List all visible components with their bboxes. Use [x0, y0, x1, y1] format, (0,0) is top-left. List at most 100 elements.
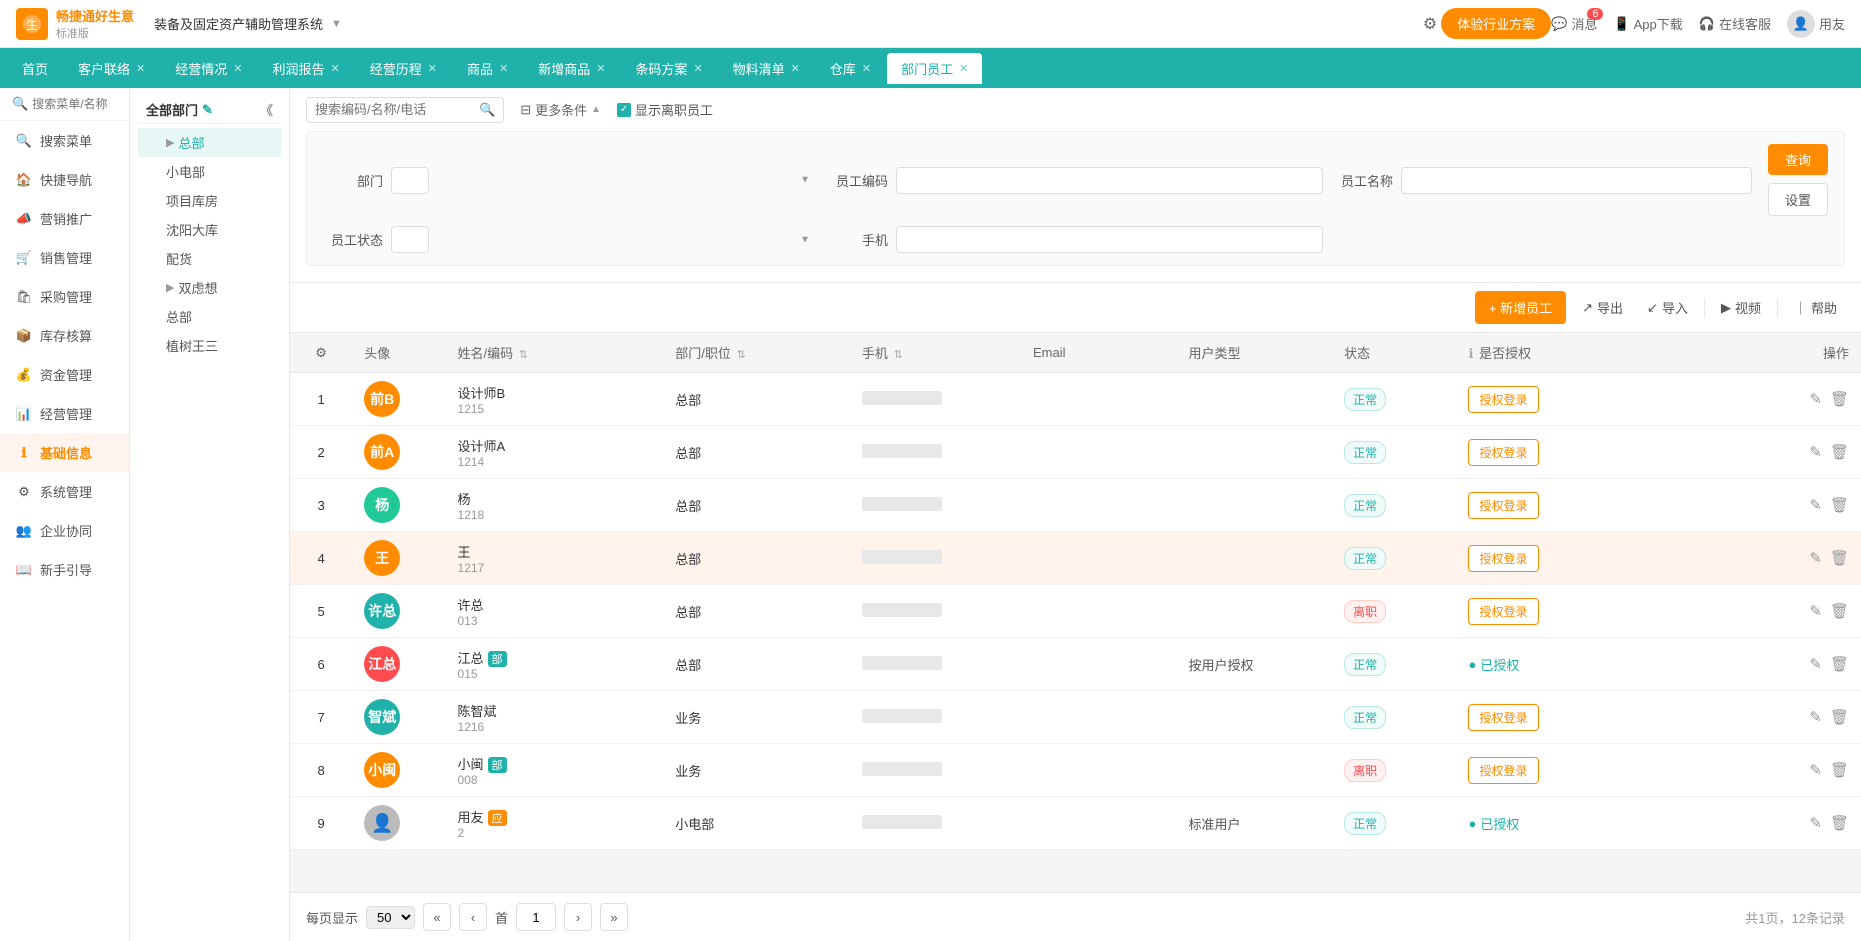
edit-button[interactable]: ✎ — [1809, 496, 1822, 514]
delete-button[interactable]: 🗑 — [1830, 602, 1849, 620]
sidebar-item-9[interactable]: ⚙系统管理 — [0, 472, 129, 511]
delete-button[interactable]: 🗑 — [1830, 496, 1849, 514]
edit-button[interactable]: ✎ — [1809, 655, 1822, 673]
user-area[interactable]: 👤 用友 — [1787, 10, 1845, 38]
nav-tab-物料清单[interactable]: 物料清单✕ — [719, 53, 814, 84]
dept-node-xmkf[interactable]: 项目库房 — [138, 186, 281, 215]
tab-close-icon[interactable]: ✕ — [959, 62, 968, 75]
tab-close-icon[interactable]: ✕ — [331, 62, 340, 75]
dept-node-slx[interactable]: ▶双虑想 — [138, 273, 281, 302]
sidebar-search-input[interactable] — [32, 97, 112, 111]
sidebar-item-3[interactable]: 🛒销售管理 — [0, 238, 129, 277]
system-dropdown-arrow[interactable]: ▼ — [331, 18, 342, 30]
dept-node-sydk[interactable]: 沈阳大库 — [138, 215, 281, 244]
tab-close-icon[interactable]: ✕ — [428, 62, 437, 75]
dept-node-xd[interactable]: 小电部 — [138, 157, 281, 186]
auth-login-button[interactable]: 授权登录 — [1468, 598, 1538, 625]
filter-phone-input[interactable] — [896, 226, 1323, 253]
delete-button[interactable]: 🗑 — [1830, 761, 1849, 779]
delete-button[interactable]: 🗑 — [1830, 814, 1849, 832]
export-button[interactable]: ↗ 导出 — [1574, 294, 1631, 321]
delete-button[interactable]: 🗑 — [1830, 655, 1849, 673]
nav-tab-部门员工[interactable]: 部门员工✕ — [887, 53, 982, 84]
settings-icon[interactable]: ⚙ — [315, 345, 327, 360]
filter-empname-input[interactable] — [1401, 167, 1752, 194]
add-employee-button[interactable]: + 新增员工 — [1475, 291, 1566, 324]
page-input[interactable] — [516, 903, 556, 931]
edit-button[interactable]: ✎ — [1809, 390, 1822, 408]
sidebar-item-4[interactable]: 🛍采购管理 — [0, 277, 129, 316]
auth-login-button[interactable]: 授权登录 — [1468, 439, 1538, 466]
gear-button[interactable]: ⚙ — [1419, 10, 1441, 38]
sidebar-item-2[interactable]: 📣营销推广 — [0, 199, 129, 238]
nav-tab-经营历程[interactable]: 经营历程✕ — [356, 53, 451, 84]
edit-button[interactable]: ✎ — [1809, 549, 1822, 567]
dept-edit-icon[interactable]: ✎ — [202, 102, 213, 118]
search-input[interactable] — [315, 102, 475, 117]
edit-button[interactable]: ✎ — [1809, 443, 1822, 461]
message-button[interactable]: 💬 消息 6 — [1551, 14, 1597, 33]
app-download-button[interactable]: 📱 App下载 — [1613, 14, 1682, 33]
view-button[interactable]: ▶ 视频 — [1713, 294, 1769, 321]
nav-tab-商品[interactable]: 商品✕ — [453, 53, 522, 84]
dept-node-ph[interactable]: 配货 — [138, 244, 281, 273]
delete-button[interactable]: 🗑 — [1830, 549, 1849, 567]
prev-page-button[interactable]: ‹ — [459, 903, 487, 931]
filter-empcode-input[interactable] — [896, 167, 1323, 194]
show-resigned-checkbox[interactable]: ✓ 显示离职员工 — [617, 100, 713, 119]
edit-button[interactable]: ✎ — [1809, 602, 1822, 620]
sidebar-item-5[interactable]: 📦库存核算 — [0, 316, 129, 355]
delete-button[interactable]: 🗑 — [1830, 443, 1849, 461]
nav-tab-条码方案[interactable]: 条码方案✕ — [621, 53, 716, 84]
tab-close-icon[interactable]: ✕ — [136, 62, 145, 75]
filter-empstatus-select[interactable] — [391, 226, 429, 253]
sidebar-item-7[interactable]: 📊经营管理 — [0, 394, 129, 433]
dept-node-head[interactable]: ▶总部 — [138, 128, 281, 157]
more-button[interactable]: ｜ 帮助 — [1786, 294, 1845, 321]
nav-tab-新增商品[interactable]: 新增商品✕ — [524, 53, 619, 84]
import-button[interactable]: ↙ 导入 — [1639, 294, 1696, 321]
dept-collapse-icon[interactable]: 《 — [260, 100, 273, 119]
edit-button[interactable]: ✎ — [1809, 814, 1822, 832]
nav-tab-经营情况[interactable]: 经营情况✕ — [161, 53, 256, 84]
last-page-button[interactable]: » — [600, 903, 628, 931]
auth-login-button[interactable]: 授权登录 — [1468, 757, 1538, 784]
delete-button[interactable]: 🗑 — [1830, 708, 1849, 726]
nav-tab-客户联络[interactable]: 客户联络✕ — [64, 53, 159, 84]
search-icon[interactable]: 🔍 — [479, 102, 495, 118]
edit-button[interactable]: ✎ — [1809, 761, 1822, 779]
tab-close-icon[interactable]: ✕ — [791, 62, 800, 75]
auth-login-button[interactable]: 授权登录 — [1468, 386, 1538, 413]
sidebar-item-6[interactable]: 💰资金管理 — [0, 355, 129, 394]
dept-node-zb[interactable]: 总部 — [138, 302, 281, 331]
dept-node-zsws[interactable]: 植树王三 — [138, 331, 281, 360]
tab-close-icon[interactable]: ✕ — [862, 62, 871, 75]
trial-button[interactable]: 体验行业方案 — [1441, 8, 1551, 39]
more-filter-button[interactable]: ⊟ 更多条件 ▲ — [512, 96, 609, 123]
tab-close-icon[interactable]: ✕ — [233, 62, 242, 75]
sidebar-item-0[interactable]: 🔍搜索菜单 — [0, 121, 129, 160]
auth-login-button[interactable]: 授权登录 — [1468, 492, 1538, 519]
tab-close-icon[interactable]: ✕ — [596, 62, 605, 75]
set-button[interactable]: 设置 — [1768, 183, 1828, 216]
auth-login-button[interactable]: 授权登录 — [1468, 704, 1538, 731]
th-name[interactable]: 姓名/编码 ⇅ — [446, 333, 664, 373]
auth-login-button[interactable]: 授权登录 — [1468, 545, 1538, 572]
th-dept[interactable]: 部门/职位 ⇅ — [663, 333, 850, 373]
sidebar-item-8[interactable]: ℹ基础信息 — [0, 433, 129, 472]
nav-tab-仓库[interactable]: 仓库✕ — [816, 53, 885, 84]
edit-button[interactable]: ✎ — [1809, 708, 1822, 726]
first-page-button[interactable]: « — [423, 903, 451, 931]
sidebar-item-11[interactable]: 📖新手引导 — [0, 550, 129, 589]
th-phone[interactable]: 手机 ⇅ — [850, 333, 1021, 373]
tab-close-icon[interactable]: ✕ — [693, 62, 702, 75]
query-button[interactable]: 查询 — [1768, 144, 1828, 175]
nav-tab-利润报告[interactable]: 利润报告✕ — [258, 53, 353, 84]
filter-dept-select[interactable] — [391, 167, 429, 194]
tab-close-icon[interactable]: ✕ — [499, 62, 508, 75]
page-size-select[interactable]: 50 — [366, 906, 415, 929]
next-page-button[interactable]: › — [564, 903, 592, 931]
online-service-button[interactable]: 🎧 在线客服 — [1699, 14, 1771, 33]
nav-tab-首页[interactable]: 首页 — [8, 53, 62, 84]
sidebar-item-1[interactable]: 🏠快捷导航 — [0, 160, 129, 199]
